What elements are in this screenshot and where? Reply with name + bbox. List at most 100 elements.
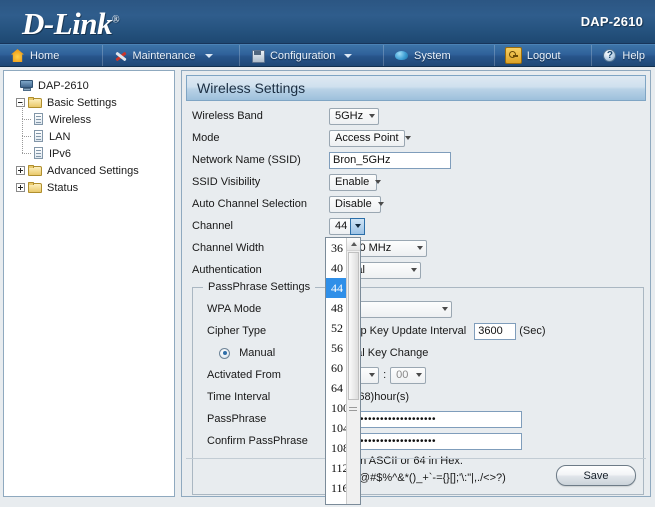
chevron-down-icon	[344, 53, 353, 58]
row-confirm-passphrase: Confirm PassPhrase •••••••••••••••••••••…	[199, 430, 637, 452]
nav-item-system[interactable]: System	[383, 45, 494, 66]
sidebar-tree-panel: DAP-2610 Basic Settings Wireless LAN IPv…	[3, 70, 175, 497]
tree-item-wireless[interactable]: Wireless	[8, 102, 170, 128]
nav-label-help: Help	[622, 49, 645, 62]
chevron-down-icon	[369, 373, 376, 377]
nav-item-maintenance[interactable]: Maintenance	[101, 45, 239, 66]
nav-label-maintenance: Maintenance	[132, 49, 196, 62]
page-icon	[34, 130, 45, 143]
tree-toggle-status[interactable]	[16, 183, 25, 192]
row-auto-channel: Auto Channel Selection Disable	[186, 193, 646, 215]
chevron-down-icon	[204, 53, 213, 58]
label-passphrase: PassPhrase	[207, 413, 267, 425]
tree-item-advanced-settings[interactable]: Advanced Settings	[8, 162, 170, 179]
channel-option[interactable]: 52	[326, 318, 346, 338]
auto-channel-value: Disable	[335, 198, 372, 210]
channel-dropdown-button[interactable]	[350, 217, 365, 235]
label-confirm-passphrase: Confirm PassPhrase	[207, 435, 308, 447]
row-manual: Manual odical Key Change	[199, 342, 637, 364]
wireless-band-select[interactable]: 5GHz	[329, 107, 379, 125]
manual-radio-wrap[interactable]: Manual	[199, 347, 336, 359]
nav-label-configuration: Configuration	[269, 49, 336, 62]
tree-item-root[interactable]: DAP-2610	[8, 77, 170, 94]
scroll-up-arrow-icon[interactable]	[347, 238, 360, 251]
ssid-visibility-select[interactable]: Enable	[329, 173, 382, 191]
row-passphrase: PassPhrase ••••••••••••••••••••••••	[199, 408, 637, 430]
tree-label-advanced-settings: Advanced Settings	[47, 164, 139, 177]
navigation-tree: DAP-2610 Basic Settings Wireless LAN IPv…	[8, 77, 170, 196]
mode-select[interactable]: Access Point	[329, 129, 411, 147]
channel-option[interactable]: 108	[326, 438, 346, 458]
passphrase-input[interactable]: ••••••••••••••••••••••••	[336, 410, 522, 428]
channel-select[interactable]: 44	[329, 217, 365, 235]
channel-option[interactable]: 60	[326, 358, 346, 378]
label-activated-from: Activated From	[207, 369, 281, 381]
group-key-update-interval-input[interactable]: 3600	[474, 322, 517, 340]
main-navigation: Home Maintenance Configuration System Lo…	[0, 44, 655, 67]
channel-option-list: 3640444852566064100104108112116120	[326, 238, 346, 504]
chevron-down-icon	[442, 307, 448, 311]
tools-icon	[113, 48, 128, 63]
activated-minute-select[interactable]: 00	[390, 366, 427, 384]
content-panel: Wireless Settings Wireless Band 5GHz Mod…	[181, 70, 651, 497]
folder-icon	[28, 164, 43, 177]
label-wireless-band: Wireless Band	[192, 110, 263, 122]
channel-dropdown-list[interactable]: 3640444852566064100104108112116120	[325, 237, 361, 505]
row-wpa-mode: WPA Mode nly	[199, 298, 637, 320]
chevron-down-icon	[417, 246, 423, 250]
time-separator-2: :	[383, 369, 387, 381]
tree-item-ipv6[interactable]: IPv6	[8, 136, 170, 162]
scrollbar-grip-icon	[349, 406, 357, 412]
nav-item-configuration[interactable]: Configuration	[238, 45, 383, 66]
page-icon	[34, 147, 45, 160]
channel-option[interactable]: 100	[326, 398, 346, 418]
auto-channel-select[interactable]: Disable	[329, 195, 384, 213]
wireless-settings-form: Wireless Band 5GHz Mode Access Point Net…	[186, 105, 646, 495]
channel-option[interactable]: 40	[326, 258, 346, 278]
confirm-passphrase-input[interactable]: ••••••••••••••••••••••••	[336, 432, 522, 450]
help-icon	[602, 48, 617, 63]
page-icon	[34, 113, 45, 126]
channel-option[interactable]: 116	[326, 478, 346, 498]
tree-label-wireless: Wireless	[49, 113, 92, 126]
scrollbar-thumb[interactable]	[348, 252, 359, 400]
row-authentication: Authentication rsonal	[186, 259, 646, 281]
computer-icon	[20, 79, 34, 92]
tree-label-basic-settings: Basic Settings	[47, 96, 117, 109]
page-title: Wireless Settings	[186, 75, 646, 101]
channel-option[interactable]: 36	[326, 238, 346, 258]
tree-item-status[interactable]: Status	[8, 179, 170, 196]
channel-option[interactable]: 56	[326, 338, 346, 358]
model-name: DAP-2610	[580, 14, 643, 29]
channel-option[interactable]: 120	[326, 498, 346, 504]
channel-option[interactable]: 48	[326, 298, 346, 318]
label-channel-width: Channel Width	[192, 242, 265, 254]
save-button[interactable]: Save	[556, 465, 636, 486]
dlink-logo: D-Link®	[22, 6, 120, 41]
channel-option[interactable]: 104	[326, 418, 346, 438]
tree-label-ipv6: IPv6	[49, 147, 72, 160]
chevron-up-icon	[350, 242, 357, 246]
channel-option[interactable]: 64	[326, 378, 346, 398]
globe-icon	[394, 48, 409, 63]
router-admin-page: D-Link® DAP-2610 Home Maintenance Config…	[0, 0, 655, 507]
channel-option[interactable]: 44	[326, 278, 346, 298]
tree-toggle-advanced-settings[interactable]	[16, 166, 25, 175]
chevron-down-icon	[411, 268, 417, 272]
chevron-down-icon	[369, 114, 376, 118]
key-icon	[504, 47, 522, 64]
dropdown-scrollbar[interactable]	[346, 238, 360, 504]
tree-item-lan[interactable]: LAN	[8, 119, 170, 145]
manual-radio[interactable]	[219, 347, 230, 359]
channel-option[interactable]: 112	[326, 458, 346, 478]
nav-item-logout[interactable]: Logout	[493, 45, 592, 66]
ssid-input[interactable]: Bron_5GHz	[329, 151, 451, 169]
row-ssid-visibility: SSID Visibility Enable	[186, 171, 646, 193]
label-channel: Channel	[192, 220, 233, 232]
passphrase-settings-legend: PassPhrase Settings	[203, 281, 316, 293]
tree-item-basic-settings[interactable]: Basic Settings	[8, 94, 170, 111]
nav-item-help[interactable]: Help	[591, 45, 655, 66]
channel-value: 44	[335, 220, 348, 232]
nav-item-home[interactable]: Home	[0, 45, 102, 66]
folder-icon	[28, 96, 43, 109]
